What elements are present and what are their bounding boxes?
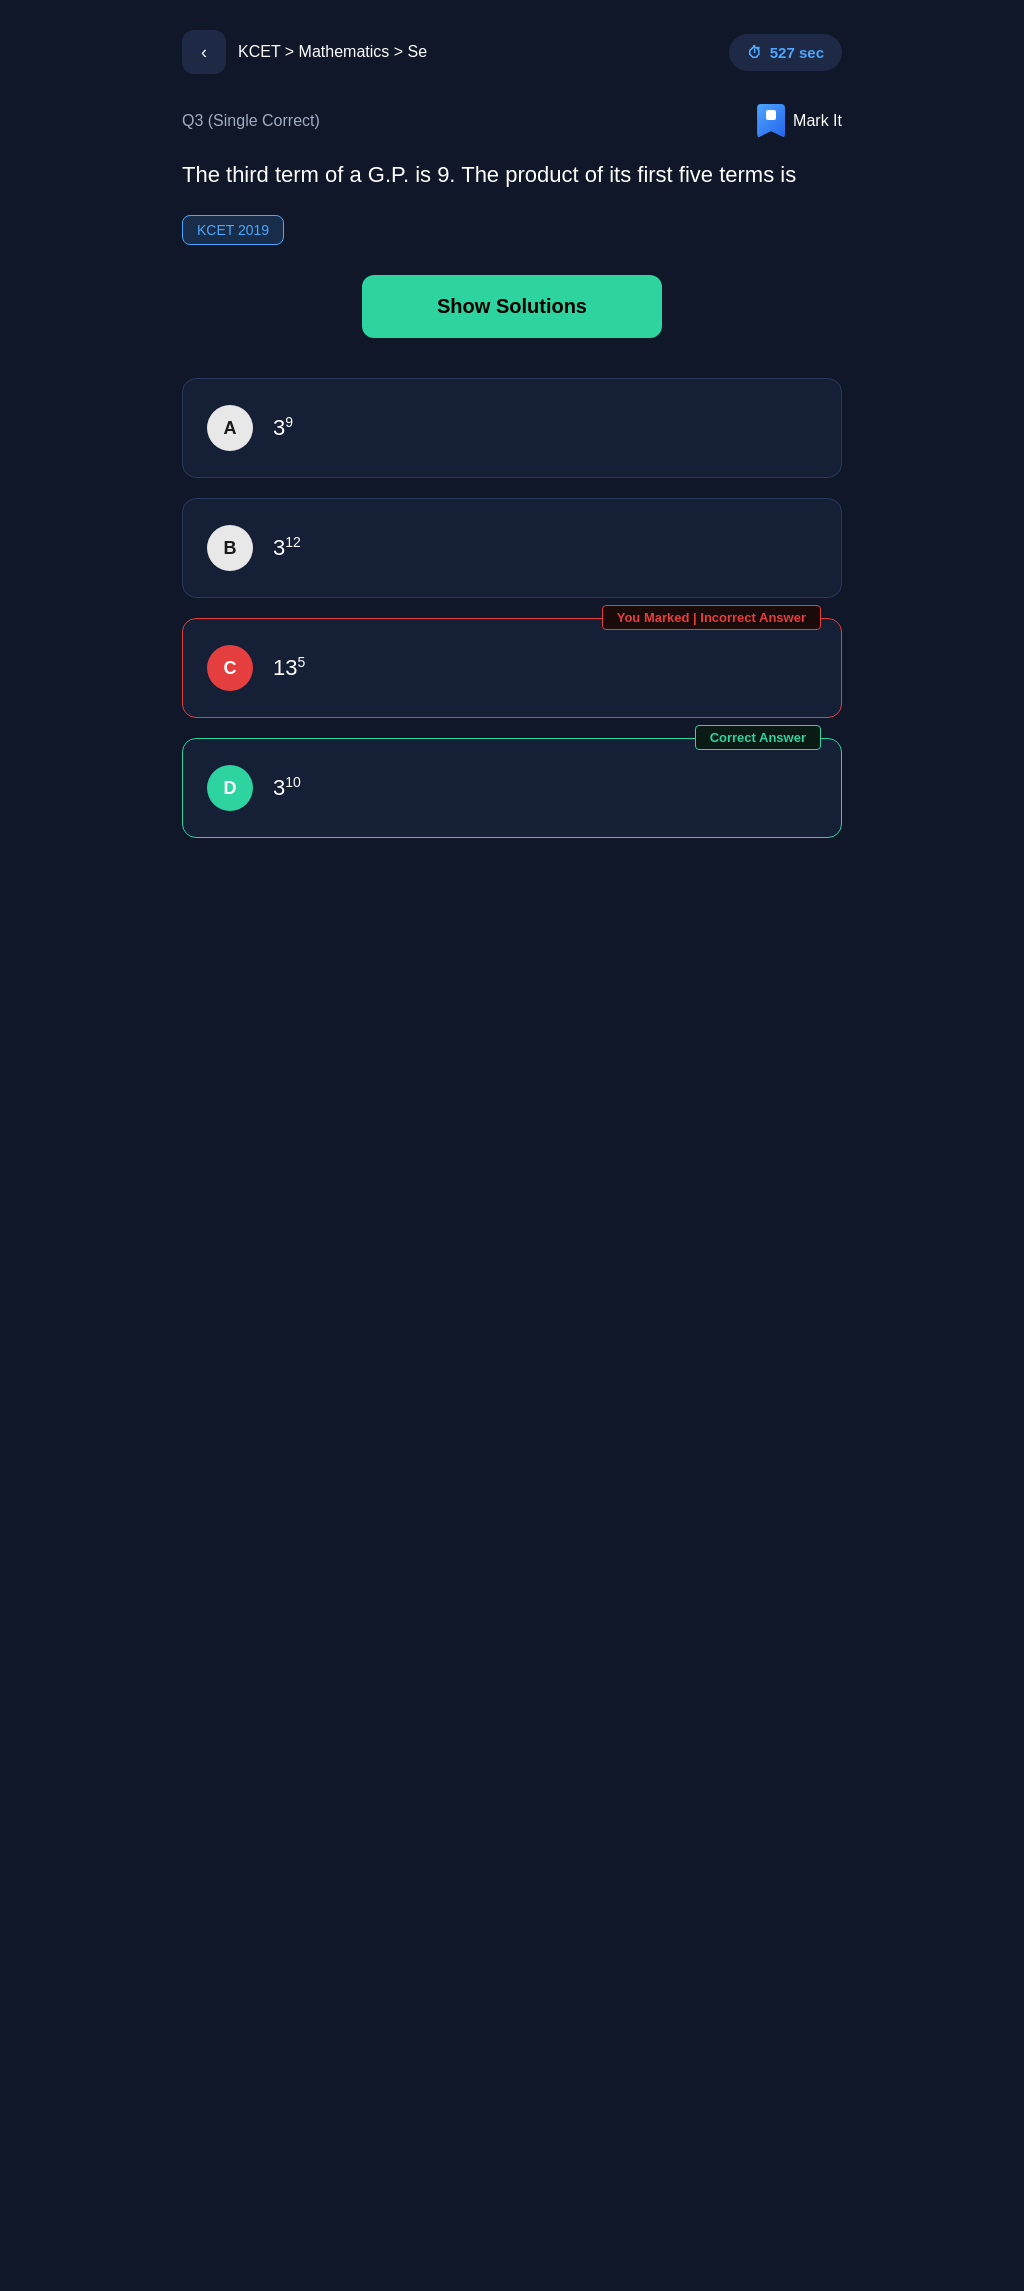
question-meta: Q3 (Single Correct) Mark It <box>182 104 842 138</box>
question-tag: KCET 2019 <box>182 215 284 245</box>
option-a-label: A <box>207 405 253 451</box>
option-a-card[interactable]: A 39 <box>182 378 842 478</box>
mark-it-label: Mark It <box>793 112 842 130</box>
option-d-text: 310 <box>273 774 301 801</box>
options-container: A 39 B 312 You Marked | Incorrect Answer… <box>182 378 842 838</box>
option-b-label: B <box>207 525 253 571</box>
back-icon: ‹ <box>201 42 207 63</box>
option-c-label: C <box>207 645 253 691</box>
option-c-status-tag: You Marked | Incorrect Answer <box>602 605 821 630</box>
timer-icon: ⏱ <box>747 44 762 61</box>
timer-badge: ⏱ 527 sec <box>729 34 842 71</box>
option-c-text: 135 <box>273 654 305 681</box>
option-d-card[interactable]: Correct Answer D 310 <box>182 738 842 838</box>
option-d-status-tag: Correct Answer <box>695 725 821 750</box>
header: ‹ KCET > Mathematics > Se ⏱ 527 sec <box>182 30 842 74</box>
option-a-exp: 9 <box>285 414 293 430</box>
option-c-card[interactable]: You Marked | Incorrect Answer C 135 <box>182 618 842 718</box>
mark-it-button[interactable]: Mark It <box>757 104 842 138</box>
timer-label: 527 sec <box>770 44 824 61</box>
back-button[interactable]: ‹ <box>182 30 226 74</box>
option-b-exp: 12 <box>285 534 301 550</box>
option-c-exp: 5 <box>297 654 305 670</box>
question-text: The third term of a G.P. is 9. The produ… <box>182 158 842 191</box>
option-b-card[interactable]: B 312 <box>182 498 842 598</box>
option-d-exp: 10 <box>285 774 301 790</box>
option-d-label: D <box>207 765 253 811</box>
bookmark-icon <box>757 104 785 138</box>
breadcrumb: KCET > Mathematics > Se <box>238 43 427 61</box>
question-label: Q3 (Single Correct) <box>182 112 320 130</box>
header-left: ‹ KCET > Mathematics > Se <box>182 30 427 74</box>
option-a-text: 39 <box>273 414 293 441</box>
show-solutions-button[interactable]: Show Solutions <box>362 275 662 338</box>
option-b-text: 312 <box>273 534 301 561</box>
